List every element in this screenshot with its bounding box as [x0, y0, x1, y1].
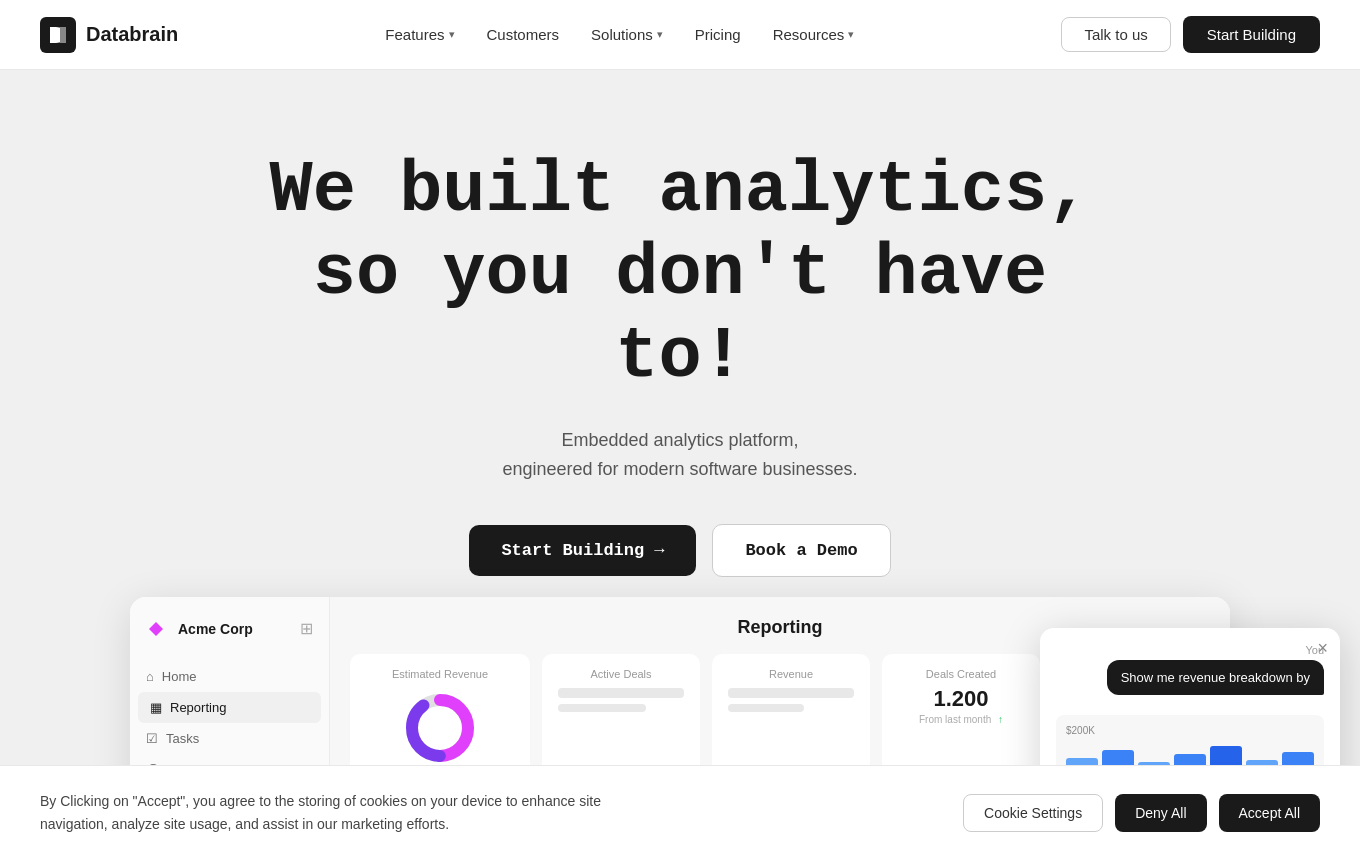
sidebar-menu-icon: ⊞: [300, 619, 313, 638]
estimated-revenue-card: Estimated Revenue: [350, 654, 530, 782]
cookie-banner: By Clicking on "Accept", you agree to th…: [0, 765, 1360, 859]
home-icon: ⌂: [146, 669, 154, 684]
cookie-settings-button[interactable]: Cookie Settings: [963, 794, 1103, 832]
revenue-label: Revenue: [728, 668, 854, 680]
book-demo-button[interactable]: Book a Demo: [712, 524, 890, 577]
databrain-logo-icon: [40, 17, 76, 53]
nav-links: Features ▾ Customers Solutions ▾ Pricing…: [385, 26, 854, 43]
active-deals-card: Active Deals: [542, 654, 700, 782]
sidebar-logo-icon: [146, 617, 170, 641]
deals-created-card: Deals Created 1.200 From last month ↑: [882, 654, 1040, 782]
start-building-hero-button[interactable]: Start Building →: [469, 525, 696, 576]
hero-buttons: Start Building → Book a Demo: [469, 524, 890, 577]
chat-close-button[interactable]: ×: [1317, 638, 1328, 659]
deals-created-label: Deals Created: [898, 668, 1024, 680]
logo[interactable]: Databrain: [40, 17, 178, 53]
arrow-icon: →: [654, 541, 664, 560]
deny-all-button[interactable]: Deny All: [1115, 794, 1206, 832]
active-deals-label: Active Deals: [558, 668, 684, 680]
sidebar-company-name: Acme Corp: [178, 621, 253, 637]
navbar: Databrain Features ▾ Customers Solutions…: [0, 0, 1360, 70]
talk-to-us-button[interactable]: Talk to us: [1061, 17, 1170, 52]
start-building-nav-button[interactable]: Start Building: [1183, 16, 1320, 53]
hero-subtitle: Embedded analytics platform, engineered …: [502, 426, 857, 484]
revenue-card: Revenue: [712, 654, 870, 782]
sidebar-item-home[interactable]: ⌂ Home: [130, 661, 329, 692]
chat-message-bubble: Show me revenue breakdown by: [1107, 660, 1324, 695]
nav-solutions[interactable]: Solutions ▾: [591, 26, 663, 43]
donut-chart: [366, 688, 514, 768]
deals-created-value: 1.200: [898, 686, 1024, 712]
hero-title: We built analytics, so you don't have to…: [230, 150, 1130, 398]
nav-actions: Talk to us Start Building: [1061, 16, 1320, 53]
nav-resources[interactable]: Resources ▾: [773, 26, 855, 43]
sidebar-item-reporting[interactable]: ▦ Reporting: [138, 692, 321, 723]
logo-text: Databrain: [86, 23, 178, 46]
nav-customers[interactable]: Customers: [487, 26, 560, 43]
estimated-revenue-label: Estimated Revenue: [366, 668, 514, 680]
reporting-icon: ▦: [150, 700, 162, 715]
nav-features[interactable]: Features ▾: [385, 26, 454, 43]
chart-value-label: $200K: [1066, 725, 1314, 736]
sidebar-header: Acme Corp ⊞: [130, 617, 329, 661]
tasks-icon: ☑: [146, 731, 158, 746]
cookie-actions: Cookie Settings Deny All Accept All: [963, 794, 1320, 832]
nav-pricing[interactable]: Pricing: [695, 26, 741, 43]
sidebar-item-tasks[interactable]: ☑ Tasks: [130, 723, 329, 754]
accept-all-button[interactable]: Accept All: [1219, 794, 1320, 832]
deals-created-sub: From last month ↑: [898, 714, 1024, 725]
cookie-text: By Clicking on "Accept", you agree to th…: [40, 790, 640, 835]
chat-you-label: You: [1056, 644, 1324, 656]
